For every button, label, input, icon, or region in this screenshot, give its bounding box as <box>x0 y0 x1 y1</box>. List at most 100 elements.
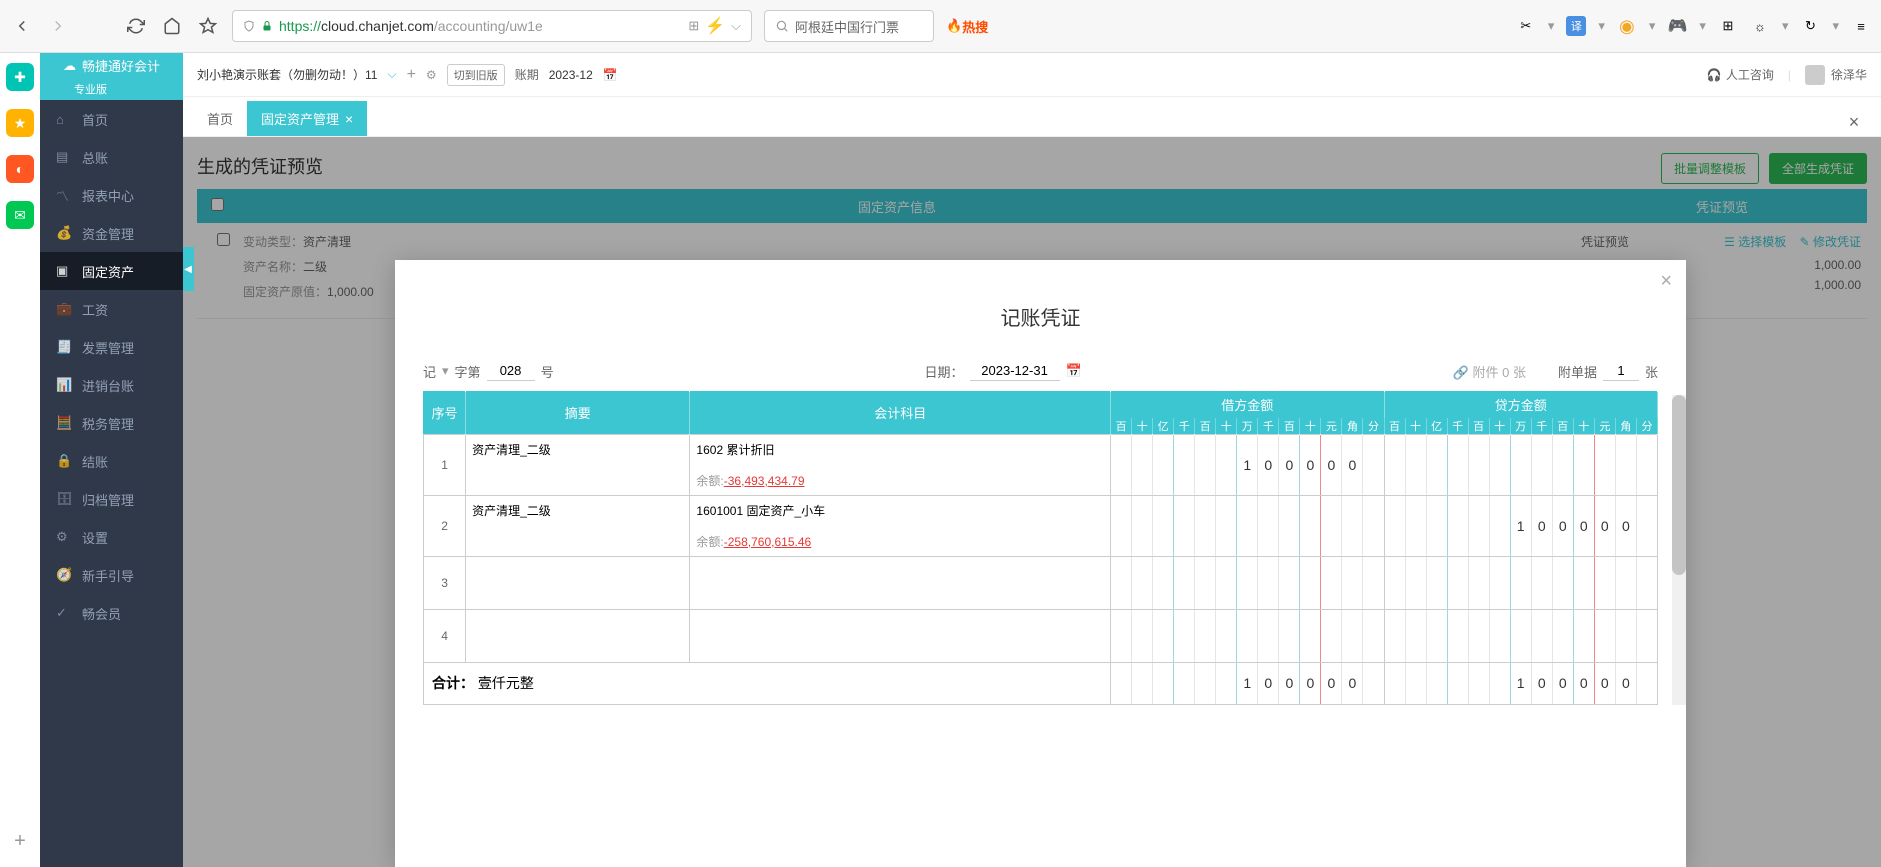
summary-cell[interactable]: 资产清理_二级 <box>466 495 690 556</box>
sidebar-item-3[interactable]: 💰资金管理 <box>40 214 183 252</box>
voucher-date-input[interactable] <box>970 361 1060 381</box>
hot-search-tag[interactable]: 🔥热搜 <box>946 17 988 36</box>
sidebar-item-8[interactable]: 🧮税务管理 <box>40 404 183 442</box>
voucher-row: 2资产清理_二级1601001 固定资产_小车余额:-258,760,615.4… <box>424 495 1658 556</box>
qr-icon[interactable]: ⊞ <box>688 18 699 34</box>
sidebar-item-5[interactable]: 💼工资 <box>40 290 183 328</box>
sheets-input[interactable] <box>1603 361 1639 381</box>
favorite-button[interactable] <box>196 14 220 38</box>
forward-button[interactable] <box>46 14 70 38</box>
voucher-modal: × 记账凭证 记▾ 字第 号 日期： 📅 🔗 附件 0 张 附单据 张 序号 摘… <box>395 260 1686 867</box>
refresh-button[interactable] <box>124 14 148 38</box>
sidebar-item-2[interactable]: 〽报表中心 <box>40 176 183 214</box>
credit-cell[interactable]: 100000 <box>1384 495 1658 556</box>
history-icon[interactable]: ↻ <box>1800 16 1820 36</box>
modal-title: 记账凭证 <box>395 302 1686 331</box>
topbar: 刘小艳演示账套（勿删勿动！）11 ⌵ + ⚙ 切到旧版 账期 2023-12 📅… <box>183 53 1881 97</box>
account-cell[interactable] <box>690 556 1111 609</box>
app-icon-2[interactable]: ★ <box>6 109 34 137</box>
sidebar-item-11[interactable]: ⚙设置 <box>40 518 183 556</box>
cloud-icon: ☁ <box>63 58 76 74</box>
lock-icon <box>261 20 273 32</box>
total-row: 合计： 壹仟元整100000100000 <box>424 662 1658 704</box>
period-label: 账期 <box>515 66 539 83</box>
summary-cell[interactable] <box>466 556 690 609</box>
add-app-button[interactable]: + <box>14 830 26 853</box>
translate-icon[interactable]: 译 <box>1566 16 1586 36</box>
tab-home[interactable]: 首页 <box>193 101 247 136</box>
sidebar-item-4[interactable]: ▣固定资产 <box>40 252 183 290</box>
bolt-icon[interactable]: ⚡ <box>705 16 725 36</box>
modal-scrollbar[interactable] <box>1672 395 1686 705</box>
account-cell[interactable]: 1602 累计折旧余额:-36,493,434.79 <box>690 434 1111 495</box>
menu-icon: 🗄 <box>56 491 72 507</box>
browser-toolbar: https://cloud.chanjet.com/accounting/uw1… <box>0 0 1881 53</box>
add-account-button[interactable]: + <box>407 66 416 84</box>
app-icon-4[interactable]: ✉ <box>6 201 34 229</box>
sidebar-item-13[interactable]: ✓畅会员 <box>40 594 183 632</box>
sidebar-item-12[interactable]: 🧭新手引导 <box>40 556 183 594</box>
close-button[interactable]: × <box>1660 270 1672 293</box>
debit-cell[interactable] <box>1111 556 1384 609</box>
panel-close-button[interactable]: × <box>1843 112 1865 134</box>
game-icon[interactable]: 🎮 <box>1667 16 1687 36</box>
gear-icon[interactable]: ⚙ <box>426 68 437 82</box>
chevron-down-icon[interactable]: ⌵ <box>387 67 396 82</box>
calendar-icon[interactable]: 📅 <box>1066 363 1082 379</box>
apps-icon[interactable]: ⊞ <box>1718 16 1738 36</box>
wallet-icon[interactable]: ◉ <box>1617 16 1637 36</box>
debit-cell[interactable] <box>1111 495 1384 556</box>
menu-icon: 🧾 <box>56 339 72 355</box>
url-text: https://cloud.chanjet.com/accounting/uw1… <box>279 18 543 34</box>
credit-cell[interactable] <box>1384 556 1658 609</box>
account-name[interactable]: 刘小艳演示账套（勿删勿动！）11 <box>197 66 377 83</box>
scissors-icon[interactable]: ✂ <box>1516 16 1536 36</box>
account-cell[interactable] <box>690 609 1111 662</box>
search-icon <box>775 19 789 33</box>
voucher-row: 3 <box>424 556 1658 609</box>
debit-cell[interactable] <box>1111 609 1384 662</box>
summary-cell[interactable]: 资产清理_二级 <box>466 434 690 495</box>
brand: ☁畅捷通好会计 专业版 <box>40 53 183 100</box>
support-link[interactable]: 🎧人工咨询 <box>1707 66 1774 83</box>
search-placeholder: 阿根廷中国行门票 <box>795 17 899 36</box>
menu-icon: ✓ <box>56 605 72 621</box>
voucher-table: 序号 摘要 会计科目 借方金额 贷方金额 百十亿千百十万千百十元角分百十亿千百十… <box>423 391 1658 705</box>
brightness-icon[interactable]: ☼ <box>1750 16 1770 36</box>
user-menu[interactable]: 徐泽华 <box>1805 65 1867 85</box>
account-cell[interactable]: 1601001 固定资产_小车余额:-258,760,615.46 <box>690 495 1111 556</box>
menu-icon: 💼 <box>56 301 72 317</box>
menu-icon: 📊 <box>56 377 72 393</box>
sidebar-item-6[interactable]: 🧾发票管理 <box>40 328 183 366</box>
debit-cell[interactable]: 100000 <box>1111 434 1384 495</box>
app-icon-1[interactable]: ✚ <box>6 63 34 91</box>
menu-icon: 〽 <box>56 186 72 205</box>
chevron-down-icon[interactable]: ⌵ <box>731 18 741 34</box>
url-bar[interactable]: https://cloud.chanjet.com/accounting/uw1… <box>232 10 752 42</box>
sidebar-item-0[interactable]: ⌂首页 <box>40 100 183 138</box>
sidebar-item-7[interactable]: 📊进销台账 <box>40 366 183 404</box>
back-button[interactable] <box>10 14 34 38</box>
sidebar-item-1[interactable]: ▤总账 <box>40 138 183 176</box>
voucher-number-input[interactable] <box>487 361 535 381</box>
credit-cell[interactable] <box>1384 609 1658 662</box>
sidebar-item-9[interactable]: 🔒结账 <box>40 442 183 480</box>
sidebar-item-10[interactable]: 🗄归档管理 <box>40 480 183 518</box>
summary-cell[interactable] <box>466 609 690 662</box>
search-box[interactable]: 阿根廷中国行门票 <box>764 10 934 42</box>
attachment-link[interactable]: 🔗 附件 0 张 <box>1453 362 1526 381</box>
menu-icon: ⌂ <box>56 112 72 127</box>
collapse-handle[interactable]: ◀ <box>183 247 194 291</box>
credit-cell[interactable] <box>1384 434 1658 495</box>
voucher-row: 4 <box>424 609 1658 662</box>
menu-icon[interactable]: ≡ <box>1851 16 1871 36</box>
close-icon[interactable]: × <box>345 111 353 127</box>
period-value[interactable]: 2023-12 <box>549 68 593 82</box>
app-icon-3[interactable]: ◐ <box>6 155 34 183</box>
sidebar: ☁畅捷通好会计 专业版 ⌂首页▤总账〽报表中心💰资金管理▣固定资产💼工资🧾发票管… <box>40 53 183 867</box>
home-button[interactable] <box>160 14 184 38</box>
menu-icon: 🧮 <box>56 415 72 431</box>
calendar-icon[interactable]: 📅 <box>603 68 618 82</box>
tab-fixed-assets[interactable]: 固定资产管理× <box>247 101 367 136</box>
switch-old-button[interactable]: 切到旧版 <box>447 64 505 86</box>
